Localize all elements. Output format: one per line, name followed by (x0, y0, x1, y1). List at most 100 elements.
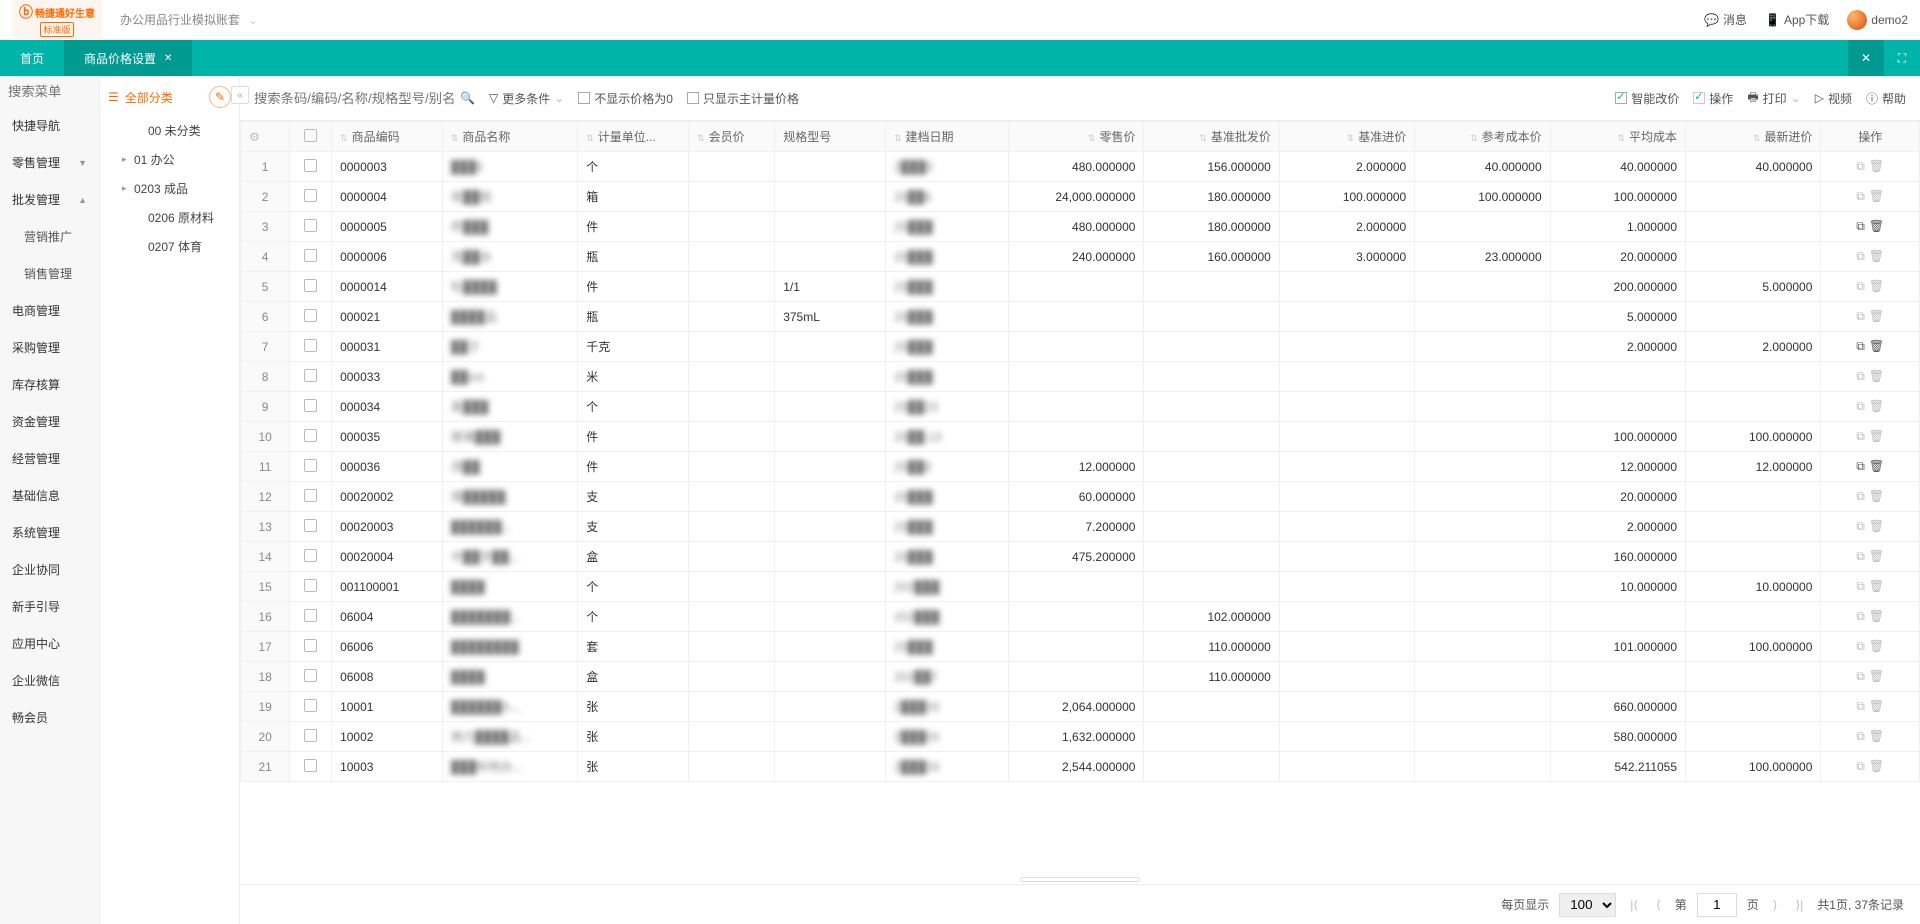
row-delete-icon[interactable]: 🗑 (1869, 699, 1884, 713)
cell-date[interactable]: 20███ (885, 242, 1008, 272)
row-copy-icon[interactable]: ⧉ (1856, 609, 1865, 623)
cell-date[interactable]: 20███ (885, 302, 1008, 332)
row-checkbox[interactable] (304, 189, 317, 202)
cell-name[interactable]: 玻璃███ (442, 422, 577, 452)
cell-name[interactable]: ██████... (442, 512, 577, 542)
row-checkbox[interactable] (304, 699, 317, 712)
cell-last_in[interactable]: 12.000000 (1686, 452, 1821, 482)
row-delete-icon[interactable]: 🗑 (1869, 369, 1884, 383)
cell-avg_cost[interactable]: 100.000000 (1550, 422, 1685, 452)
cell-retail[interactable]: 7.200000 (1009, 512, 1144, 542)
nav-subitem[interactable]: 营销推广 (0, 218, 99, 255)
cell-code[interactable]: 10003 (332, 752, 443, 782)
cell-base_ws[interactable] (1144, 332, 1279, 362)
category-node[interactable]: 00 未分类 (108, 116, 231, 145)
cell-code[interactable]: 0000005 (332, 212, 443, 242)
cell-base_in[interactable]: 3.000000 (1279, 242, 1414, 272)
category-node[interactable]: ▸0203 成品 (108, 174, 231, 203)
cell-avg_cost[interactable]: 200.000000 (1550, 272, 1685, 302)
col-base_in[interactable]: ⇅基准进价 (1279, 122, 1414, 152)
cell-name[interactable]: 收██纸 (442, 182, 577, 212)
fullscreen-button[interactable]: ⛶ (1884, 40, 1920, 76)
cell-spec[interactable] (775, 392, 886, 422)
cell-retail[interactable] (1009, 272, 1144, 302)
cell-unit[interactable]: 套 (578, 632, 689, 662)
cell-ref_cost[interactable] (1415, 452, 1550, 482)
cell-code[interactable]: 0000014 (332, 272, 443, 302)
row-delete-icon[interactable]: 🗑 (1869, 759, 1884, 773)
cell-code[interactable]: 00020004 (332, 542, 443, 572)
cell-base_ws[interactable] (1144, 752, 1279, 782)
cell-avg_cost[interactable]: 660.000000 (1550, 692, 1685, 722)
row-checkbox[interactable] (304, 249, 317, 262)
cell-date[interactable]: 2███05 (885, 752, 1008, 782)
cell-name[interactable]: ███5 (442, 152, 577, 182)
row-checkbox[interactable] (304, 489, 317, 502)
cell-ref_cost[interactable] (1415, 422, 1550, 452)
cell-unit[interactable]: 张 (578, 692, 689, 722)
cell-spec[interactable] (775, 482, 886, 512)
cell-member[interactable] (689, 662, 775, 692)
pager-page-input[interactable] (1697, 893, 1737, 917)
cell-base_in[interactable] (1279, 512, 1414, 542)
cell-unit[interactable]: 箱 (578, 182, 689, 212)
cell-base_in[interactable] (1279, 602, 1414, 632)
cell-member[interactable] (689, 692, 775, 722)
cell-spec[interactable]: 1/1 (775, 272, 886, 302)
cell-base_ws[interactable]: 110.000000 (1144, 632, 1279, 662)
row-delete-icon[interactable]: 🗑 (1869, 309, 1884, 323)
cell-retail[interactable] (1009, 662, 1144, 692)
cell-name[interactable]: 洗██水 (442, 242, 577, 272)
cell-last_in[interactable] (1686, 542, 1821, 572)
row-copy-icon[interactable]: ⧉ (1856, 429, 1865, 443)
row-checkbox[interactable] (304, 549, 317, 562)
row-checkbox[interactable] (304, 219, 317, 232)
cell-code[interactable]: 0000006 (332, 242, 443, 272)
cell-spec[interactable] (775, 722, 886, 752)
cell-name[interactable]: ███听特办... (442, 752, 577, 782)
cell-member[interactable] (689, 392, 775, 422)
row-checkbox[interactable] (304, 459, 317, 472)
cell-last_in[interactable]: 100.000000 (1686, 422, 1821, 452)
cell-base_in[interactable] (1279, 332, 1414, 362)
cell-member[interactable] (689, 542, 775, 572)
cell-spec[interactable] (775, 152, 886, 182)
horizontal-scroll-pill[interactable] (1020, 877, 1140, 882)
row-checkbox[interactable] (304, 579, 317, 592)
cell-retail[interactable]: 24,000.000000 (1009, 182, 1144, 212)
cell-name[interactable]: ████ (442, 572, 577, 602)
row-copy-icon[interactable]: ⧉ (1856, 309, 1865, 323)
row-checkbox[interactable] (304, 309, 317, 322)
cell-ref_cost[interactable] (1415, 632, 1550, 662)
nav-item[interactable]: 企业微信 (0, 662, 99, 699)
nav-item[interactable]: 零售管理▼ (0, 144, 99, 181)
row-checkbox[interactable] (304, 759, 317, 772)
close-all-tabs-button[interactable]: ✕ (1848, 40, 1884, 76)
ops-button[interactable]: 操作 (1693, 90, 1733, 107)
menu-search-input[interactable] (8, 84, 92, 99)
row-checkbox[interactable] (304, 429, 317, 442)
row-delete-icon[interactable]: 🗑 (1869, 669, 1884, 683)
pager-next[interactable]: ⟩ (1769, 898, 1782, 912)
edit-category-button[interactable]: ✎ (209, 86, 231, 108)
col-date[interactable]: ⇅建档日期 (885, 122, 1008, 152)
cell-date[interactable]: 20███ (885, 362, 1008, 392)
col-name[interactable]: ⇅商品名称 (442, 122, 577, 152)
cell-ref_cost[interactable] (1415, 722, 1550, 752)
cell-retail[interactable]: 60.000000 (1009, 482, 1144, 512)
cell-date[interactable]: 20███ (885, 212, 1008, 242)
cell-spec[interactable] (775, 362, 886, 392)
cell-unit[interactable]: 件 (578, 422, 689, 452)
cell-member[interactable] (689, 302, 775, 332)
row-delete-icon[interactable]: 🗑 (1869, 399, 1884, 413)
cell-date[interactable]: 202███ (885, 602, 1008, 632)
cell-code[interactable]: 000021 (332, 302, 443, 332)
cell-member[interactable] (689, 752, 775, 782)
cell-retail[interactable] (1009, 602, 1144, 632)
cell-base_in[interactable] (1279, 722, 1414, 752)
cell-unit[interactable]: 张 (578, 752, 689, 782)
row-checkbox[interactable] (304, 729, 317, 742)
row-copy-icon[interactable]: ⧉ (1856, 489, 1865, 503)
cell-date[interactable]: 20███ (885, 512, 1008, 542)
row-copy-icon[interactable]: ⧉ (1856, 339, 1865, 353)
